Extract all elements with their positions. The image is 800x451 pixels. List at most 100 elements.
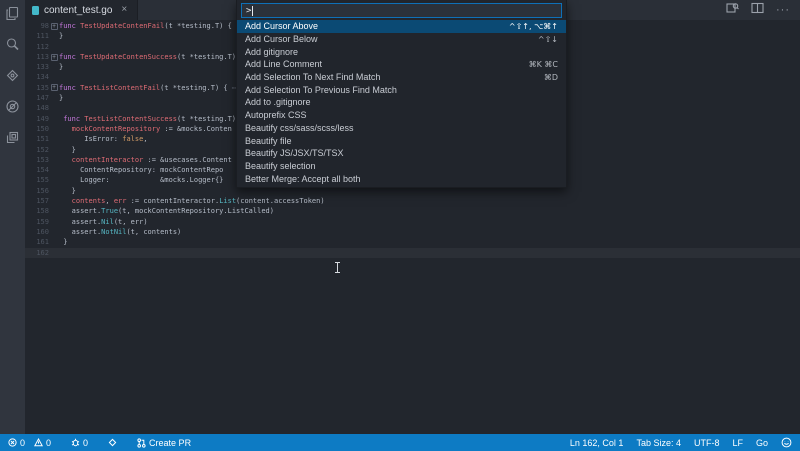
status-bug-count[interactable]: 0 — [71, 438, 88, 448]
command-item[interactable]: Beautify selection — [237, 160, 566, 173]
status-bar-left: 0 0 0 Create PR — [0, 438, 200, 448]
open-preview-icon[interactable] — [726, 1, 739, 19]
line-number: 158 — [36, 207, 49, 216]
activity-extensions[interactable] — [0, 124, 25, 155]
files-icon — [5, 6, 20, 26]
line-number: 134 — [36, 73, 49, 82]
command-item[interactable]: Add Selection To Next Find Match ⌘D — [237, 71, 566, 84]
fold-column — [49, 175, 59, 185]
status-eol[interactable]: LF — [732, 438, 743, 448]
command-label: Add gitignore — [245, 46, 299, 57]
command-label: Add Cursor Below — [245, 34, 318, 45]
tab-content-test-go[interactable]: content_test.go × — [25, 0, 138, 20]
command-list: Add Cursor Above ^⇧↑, ⌥⌘↑ Add Cursor Below… — [237, 20, 566, 185]
fold-column — [49, 196, 59, 206]
code-text: func TestUpdateContenSuccess(t *testing.… — [59, 52, 237, 61]
command-item[interactable]: Add Cursor Below ^⇧↓ — [237, 33, 566, 46]
fold-marker-icon[interactable]: + — [49, 83, 59, 93]
command-palette: > Add Cursor Above ^⇧↑, ⌥⌘↑ Add Cursor Bel… — [236, 0, 567, 188]
code-text: func TestUpdateContenFail(t *testing.T) … — [59, 22, 240, 30]
code-line-162[interactable]: 162 — [25, 247, 800, 258]
fold-column — [49, 93, 59, 103]
activity-source-control[interactable] — [0, 62, 25, 93]
fold-column — [49, 72, 59, 82]
command-label: Beautify file — [245, 135, 292, 146]
code-line-157[interactable]: 157 contents, err := contentInteractor.L… — [25, 196, 800, 206]
code-text: assert.Nil(t, err) — [71, 217, 148, 226]
command-item[interactable]: Better Merge: Accept all both — [237, 172, 566, 185]
line-number: 154 — [36, 166, 49, 175]
command-label: Add Line Comment — [245, 59, 323, 70]
line-number: 152 — [36, 145, 49, 154]
status-cursor-position[interactable]: Ln 162, Col 1 — [570, 438, 624, 448]
status-gitlens[interactable] — [108, 438, 117, 447]
close-icon[interactable]: × — [121, 5, 127, 15]
code-line-161[interactable]: 161 } — [25, 237, 800, 247]
fold-column — [49, 248, 59, 258]
command-item[interactable]: Beautify file — [237, 134, 566, 147]
status-errors[interactable]: 0 — [8, 438, 25, 448]
vscode-window: content_test.go × ··· 98 + func TestUpdate… — [0, 0, 800, 451]
status-label: 0 — [46, 437, 52, 448]
code-text: } — [63, 238, 68, 247]
code-line-158[interactable]: 158 assert.True(t, mockContentRepository… — [25, 206, 800, 216]
status-warnings[interactable]: 0 — [34, 438, 51, 448]
fold-column — [49, 206, 59, 216]
activity-debug[interactable] — [0, 93, 25, 124]
code-line-159[interactable]: 159 assert.Nil(t, err) — [25, 217, 800, 227]
line-number: 133 — [36, 63, 49, 72]
line-number: 157 — [36, 197, 49, 206]
status-label: 0 — [83, 437, 89, 448]
line-number: 149 — [36, 114, 49, 123]
command-item[interactable]: Beautify css/sass/scss/less — [237, 122, 566, 135]
fold-column — [49, 186, 59, 196]
fold-column — [49, 227, 59, 237]
command-item[interactable]: Add Cursor Above ^⇧↑, ⌥⌘↑ — [237, 20, 566, 33]
code-text: func TestListContentFail(t *testing.T) {… — [59, 83, 237, 92]
command-item[interactable]: Beautify JS/JSX/TS/TSX — [237, 147, 566, 160]
code-text: } — [59, 94, 64, 103]
status-bar-right: Ln 162, Col 1 Tab Size: 4 UTF-8 LF Go — [570, 437, 800, 448]
command-item[interactable]: Add Line Comment ⌘K ⌘C — [237, 58, 566, 71]
code-text: assert.NotNil(t, contents) — [71, 227, 182, 236]
command-shortcut: ^⇧↓ — [537, 34, 558, 44]
command-label: Add Selection To Next Find Match — [245, 72, 381, 83]
command-input[interactable]: > — [241, 3, 562, 18]
tab-label: content_test.go — [44, 4, 113, 16]
code-text: } — [71, 186, 76, 195]
split-editor-icon[interactable] — [751, 1, 764, 19]
activity-explorer[interactable] — [0, 0, 25, 31]
status-feedback[interactable] — [781, 437, 792, 448]
status-create-pr[interactable]: Create PR — [137, 438, 191, 448]
fold-column — [49, 124, 59, 134]
status-bar: 0 0 0 Create PR Ln 162, Col 1 Tab Size: 4 UTF… — [0, 434, 800, 451]
fold-marker-icon[interactable]: + — [49, 21, 59, 31]
fold-column — [49, 237, 59, 247]
code-text: mockContentRepository := &mocks.Conten — [71, 124, 232, 133]
status-indentation[interactable]: Tab Size: 4 — [636, 438, 681, 448]
code-text: Logger: &mocks.Logger{} — [80, 176, 224, 185]
code-line-160[interactable]: 160 assert.NotNil(t, contents) — [25, 227, 800, 237]
status-language-mode[interactable]: Go — [756, 438, 768, 448]
fold-column — [49, 114, 59, 124]
more-actions-icon[interactable]: ··· — [776, 5, 790, 16]
extensions-icon — [5, 130, 20, 150]
command-label: Beautify selection — [245, 160, 316, 171]
fold-column — [49, 165, 59, 175]
editor-actions: ··· — [726, 0, 800, 20]
status-label: Create PR — [149, 437, 192, 448]
command-item[interactable]: Add gitignore — [237, 45, 566, 58]
activity-search[interactable] — [0, 31, 25, 62]
pull-request-icon — [137, 437, 146, 448]
fold-marker-icon[interactable]: + — [49, 52, 59, 62]
code-text: contents, err := contentInteractor.List(… — [71, 197, 325, 206]
status-encoding[interactable]: UTF-8 — [694, 438, 720, 448]
command-shortcut: ⌘K ⌘C — [528, 59, 558, 69]
command-item[interactable]: Add to .gitignore — [237, 96, 566, 109]
error-circle-icon — [8, 438, 17, 447]
fold-column — [49, 103, 59, 113]
command-item[interactable]: Add Selection To Previous Find Match — [237, 83, 566, 96]
code-text: } — [59, 32, 64, 41]
command-item[interactable]: Autoprefix CSS — [237, 109, 566, 122]
line-number: 160 — [36, 227, 49, 236]
